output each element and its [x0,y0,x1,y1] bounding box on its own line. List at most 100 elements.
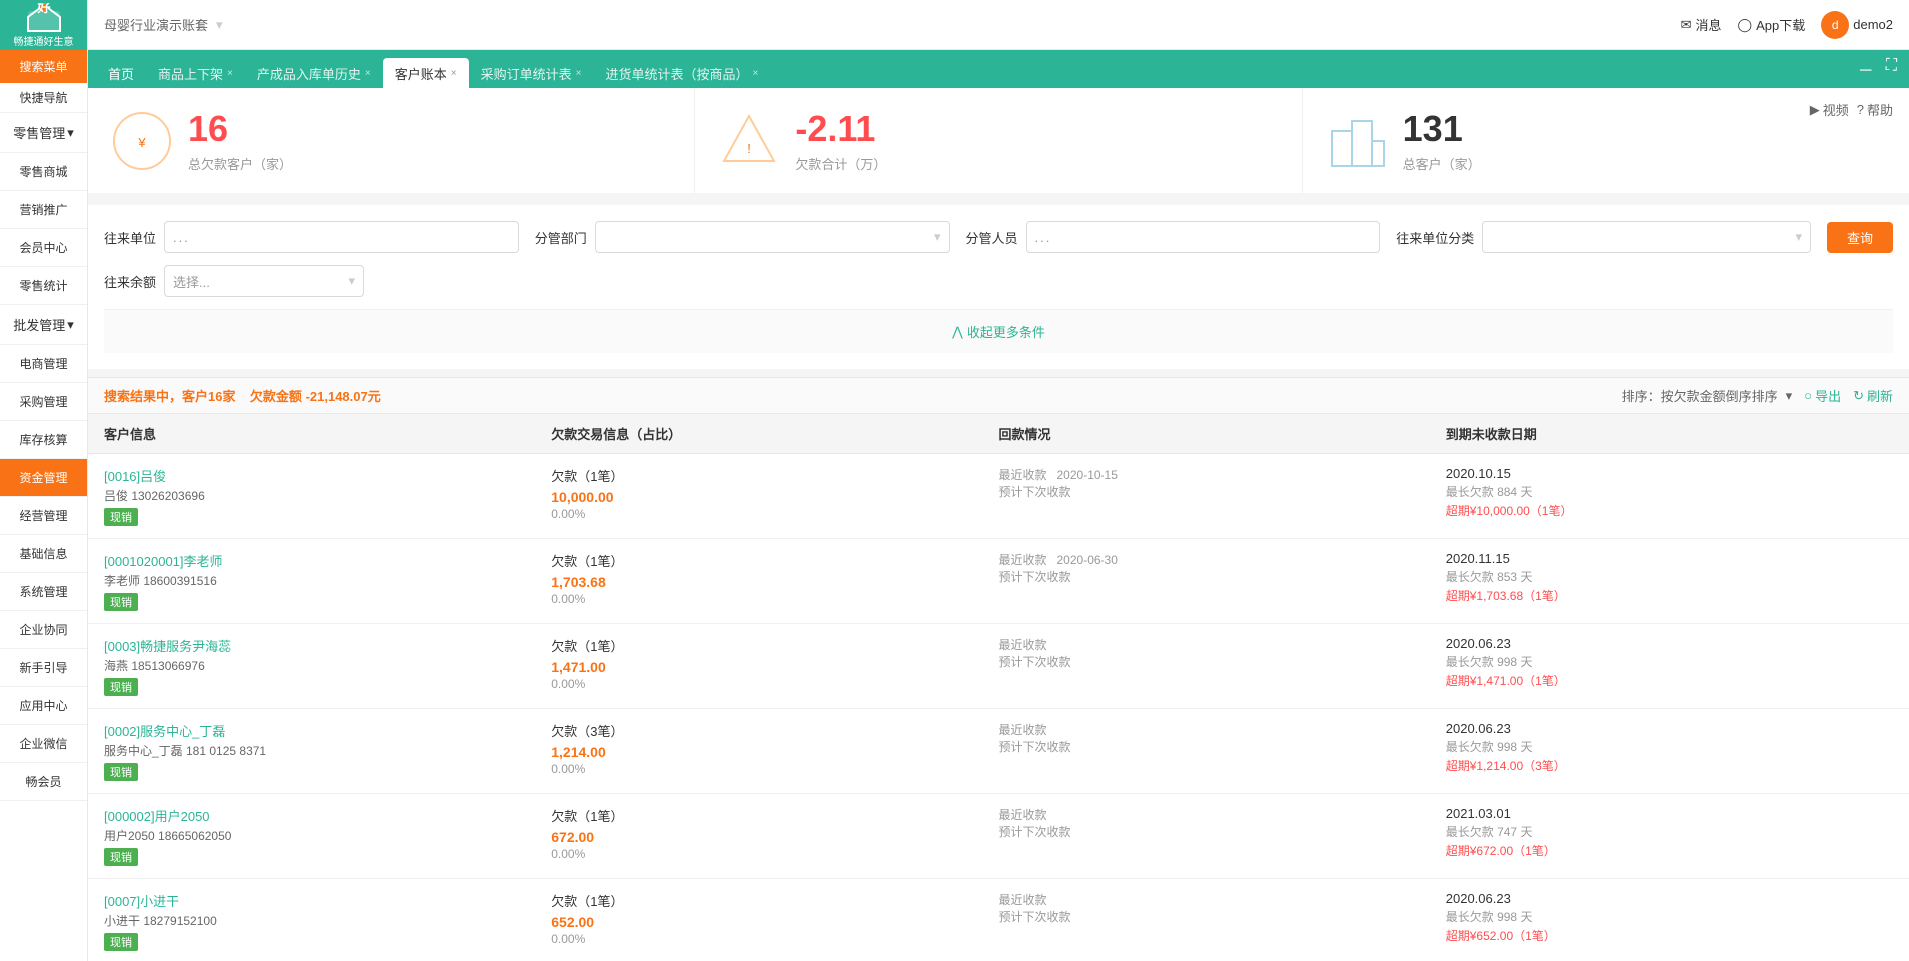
recovery-label: 最近收款 2020-06-30 [999,551,1446,568]
debt-info: 欠款（1笔） 10,000.00 0.00% [551,466,998,521]
tab-close-icon[interactable]: × [752,68,758,79]
tab-customer-account[interactable]: 客户账本 × [383,58,469,88]
debt-count: 欠款（1笔） [551,636,998,655]
chevron-down-icon: ▾ [1786,388,1793,404]
recovery-info: 最近收款 2020-06-30 预计下次收款 [999,551,1446,585]
sidebar-item-enterprise-collab[interactable]: 企业协同 [0,611,87,649]
app-download-btn[interactable]: ◯ App下载 [1738,15,1806,34]
sidebar-item-member[interactable]: 会员中心 [0,229,87,267]
tab-close-icon[interactable]: × [227,68,233,79]
customer-sub: 李老师 18600391516 [104,572,551,589]
tab-product-history[interactable]: 产成品入库单历史 × [245,58,383,88]
quick-nav[interactable]: 快捷导航 [0,83,87,113]
user-avatar[interactable]: d demo2 [1821,11,1893,39]
tab-close-icon[interactable]: × [365,68,371,79]
video-btn[interactable]: ▶ 视频 [1810,100,1849,119]
filter-dept: 分管部门 ▾ [535,221,950,253]
sidebar-item-batch-mgmt[interactable]: 批发管理 ▾ [0,305,87,345]
overdue-link[interactable]: 超期¥652.00（1笔） [1446,927,1893,944]
balance-placeholder: 选择... [173,272,210,291]
sidebar-item-enterprise-wechat[interactable]: 企业微信 [0,725,87,763]
play-icon: ▶ [1810,102,1820,118]
recovery-label: 最近收款 2020-10-15 [999,466,1446,483]
customer-sub: 海燕 18513066976 [104,657,551,674]
overdue-link[interactable]: 超期¥1,471.00（1笔） [1446,672,1893,689]
stats-row: ¥ 16 总欠款客户（家） ! -2.11 欠款合计（ [88,88,1909,193]
tab-home[interactable]: 首页 [96,58,146,88]
sidebar-item-purchase[interactable]: 采购管理 [0,383,87,421]
customer-name[interactable]: [0003]畅捷服务尹海蕊 [104,636,551,655]
customer-sub: 吕俊 13026203696 [104,487,551,504]
overdue-link[interactable]: 超期¥672.00（1笔） [1446,842,1893,859]
unit-cat-label: 往来单位分类 [1396,228,1474,247]
sidebar-item-inventory[interactable]: 库存核算 [0,421,87,459]
unit-cat-select[interactable]: ▾ [1482,221,1811,253]
source-unit-input[interactable]: ... [164,221,519,253]
debt-info: 欠款（1笔） 1,471.00 0.00% [551,636,998,691]
recovery-info: 最近收款 预计下次收款 [999,891,1446,925]
export-btn[interactable]: ○ 导出 [1804,386,1841,405]
tab-product-listing[interactable]: 商品上下架 × [146,58,245,88]
help-label: 帮助 [1867,100,1893,119]
customer-name[interactable]: [0001020001]李老师 [104,551,551,570]
stat-icon-debt: ! [719,111,779,171]
tab-label: 采购订单统计表 [481,64,572,83]
sidebar-item-operations[interactable]: 经营管理 [0,497,87,535]
sidebar-item-marketing[interactable]: 营销推广 [0,191,87,229]
sidebar-item-vip[interactable]: 畅会员 [0,763,87,801]
customer-name[interactable]: [0007]小进干 [104,891,551,910]
overdue-link[interactable]: 超期¥1,703.68（1笔） [1446,587,1893,604]
overdue-date: 2020.06.23 [1446,636,1893,651]
filter-row-2: 往来余额 选择... ▾ [104,265,1893,297]
sidebar-item-basic-info[interactable]: 基础信息 [0,535,87,573]
tab-purchase-order[interactable]: 采购订单统计表 × [469,58,594,88]
result-bar: 搜索结果中，客户16家 欠款金额 -21,148.07元 排序：按欠款金额倒序排… [88,377,1909,414]
customer-info: [0002]服务中心_丁磊 服务中心_丁磊 181 0125 8371 现销 [104,721,551,781]
query-button[interactable]: 查询 [1827,222,1893,253]
topbar-left: 母婴行业演示账套 ▾ [104,15,223,34]
sidebar-item-retail-mall[interactable]: 零售商城 [0,153,87,191]
tab-purchase-stats[interactable]: 进货单统计表（按商品） × [593,58,770,88]
debt-total: -2.11 [795,108,1277,150]
sidebar-item-retail-stats[interactable]: 零售统计 [0,267,87,305]
recovery-info: 最近收款 预计下次收款 [999,636,1446,670]
recovery-next: 预计下次收款 [999,908,1446,925]
circle-icon: ○ [1804,388,1812,403]
tab-close-icon[interactable]: × [451,68,457,79]
search-menu[interactable]: 搜索菜单 [0,50,87,83]
help-btn[interactable]: ? 帮助 [1857,100,1893,119]
help-icon: ? [1857,102,1864,117]
sort-select[interactable]: 排序：按欠款金额倒序排序 ▾ [1622,386,1793,405]
customer-tag: 现销 [104,763,138,781]
balance-select[interactable]: 选择... ▾ [164,265,364,297]
sidebar-item-system[interactable]: 系统管理 [0,573,87,611]
debt-count: 欠款（3笔） [551,721,998,740]
dept-select[interactable]: ▾ [595,221,950,253]
customer-info: [0003]畅捷服务尹海蕊 海燕 18513066976 现销 [104,636,551,696]
refresh-btn[interactable]: ↻ 刷新 [1853,386,1893,405]
overdue-link[interactable]: 超期¥1,214.00（3笔） [1446,757,1893,774]
collapse-btn[interactable]: ⋀ 收起更多条件 [104,316,1893,347]
overdue-link[interactable]: 超期¥10,000.00（1笔） [1446,502,1893,519]
maximize-btn[interactable]: ⛶ [1882,55,1901,83]
minimize-btn[interactable]: － [1854,55,1878,83]
chevron-down-icon: ▾ [348,273,355,289]
table-header: 客户信息 欠款交易信息（占比） 回款情况 到期未收款日期 [88,414,1909,454]
app-logo: 好 畅捷通好生意 [0,0,87,50]
result-info: 搜索结果中，客户16家 欠款金额 -21,148.07元 [104,386,381,405]
source-unit-dots: ... [173,230,190,245]
sidebar-item-new-guide[interactable]: 新手引导 [0,649,87,687]
data-table: 客户信息 欠款交易信息（占比） 回款情况 到期未收款日期 [0016]吕俊 吕俊… [88,414,1909,961]
sidebar: 好 畅捷通好生意 搜索菜单 快捷导航 零售管理 ▾ 零售商城 营销推广 会员中心… [0,0,88,961]
sidebar-item-app-center[interactable]: 应用中心 [0,687,87,725]
tab-close-icon[interactable]: × [576,68,582,79]
sidebar-item-finance[interactable]: 资金管理 [0,459,87,497]
customer-name[interactable]: [0002]服务中心_丁磊 [104,721,551,740]
message-btn[interactable]: ✉ 消息 [1681,15,1722,34]
sidebar-item-ecommerce[interactable]: 电商管理 [0,345,87,383]
overdue-date: 2020.06.23 [1446,721,1893,736]
sidebar-item-retail-mgmt[interactable]: 零售管理 ▾ [0,113,87,153]
customer-name[interactable]: [000002]用户2050 [104,806,551,825]
manager-input[interactable]: ... [1026,221,1381,253]
customer-name[interactable]: [0016]吕俊 [104,466,551,485]
